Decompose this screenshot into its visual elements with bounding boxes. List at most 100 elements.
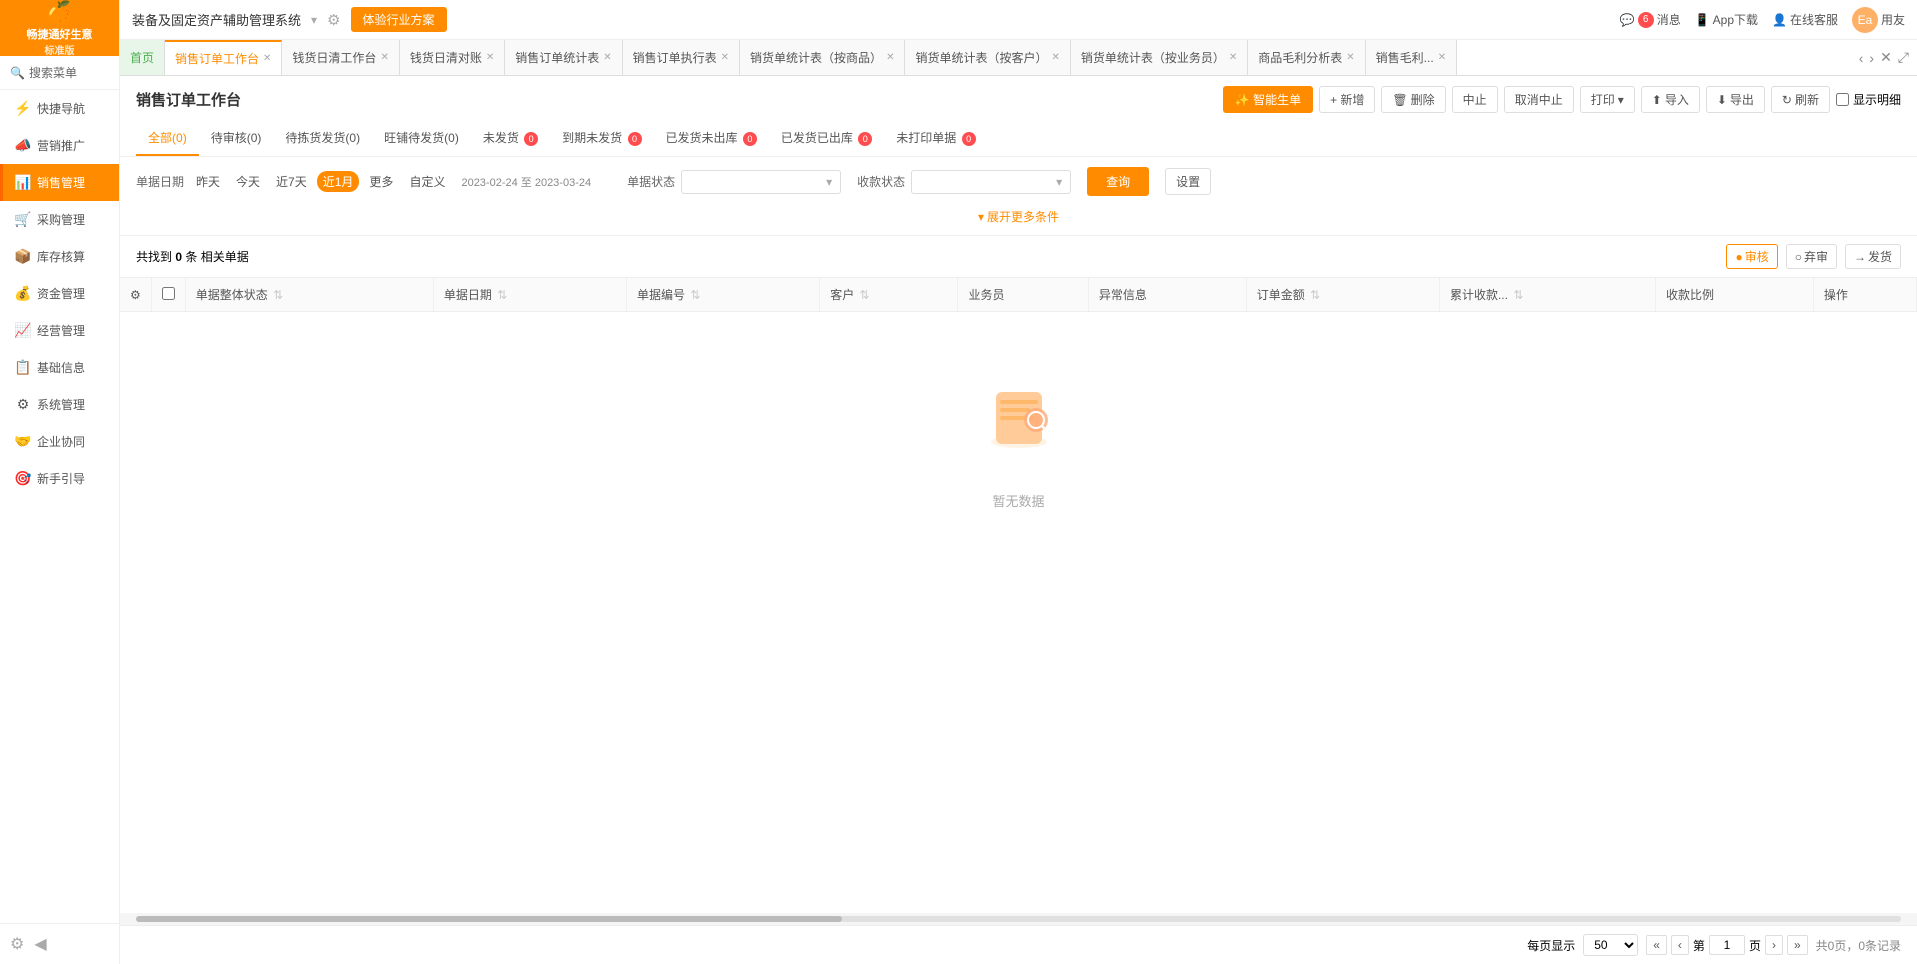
app-download-btn[interactable]: 📱 App下载 xyxy=(1695,11,1758,28)
horizontal-scrollbar[interactable] xyxy=(120,913,1917,925)
sub-tab-not-shipped[interactable]: 未发货 0 xyxy=(471,121,550,156)
sub-tab-all[interactable]: 全部(0) xyxy=(136,121,199,156)
export-btn[interactable]: ⬇ 导出 xyxy=(1706,86,1765,113)
tab-gross-margin[interactable]: 商品毛利分析表 ✕ xyxy=(1248,40,1365,76)
ship-btn[interactable]: → 发货 xyxy=(1845,244,1901,269)
tab-close-icon[interactable]: ✕ xyxy=(1346,52,1354,63)
sort-icon[interactable]: ⇅ xyxy=(1310,288,1320,302)
tab-close-icon[interactable]: ✕ xyxy=(380,52,388,63)
tab-sales-exec[interactable]: 销售订单执行表 ✕ xyxy=(623,40,740,76)
tab-close-icon[interactable]: ✕ xyxy=(486,52,494,63)
table-toolbar: 共找到 0 条 相关单据 ● 审核 ○ 弃审 → 发货 xyxy=(120,236,1917,278)
sidebar-item-system[interactable]: ⚙ 系统管理 xyxy=(0,386,119,423)
import-btn[interactable]: ⬆ 导入 xyxy=(1641,86,1700,113)
tab-close-icon[interactable]: ✕ xyxy=(263,53,271,64)
add-btn[interactable]: + 新增 xyxy=(1319,86,1375,113)
tab-sales-summary-product[interactable]: 销货单统计表（按商品） ✕ xyxy=(740,40,905,76)
scrollbar-thumb[interactable] xyxy=(136,916,842,922)
settings-icon[interactable]: ⚙ xyxy=(10,934,24,954)
tab-close-icon[interactable]: ✕ xyxy=(1051,52,1059,63)
tab-cash-reconcile[interactable]: 钱货日清对账 ✕ xyxy=(400,40,505,76)
sort-icon[interactable]: ⇅ xyxy=(1513,288,1523,302)
tab-sales-more[interactable]: 销售毛利... ✕ xyxy=(1366,40,1457,76)
payment-select[interactable]: ▾ xyxy=(911,170,1071,194)
industry-btn[interactable]: 体验行业方案 xyxy=(351,7,447,32)
cancel-stop-btn[interactable]: 取消中止 xyxy=(1504,86,1574,113)
sidebar-search-btn[interactable]: 🔍 搜索菜单 xyxy=(0,56,119,90)
sidebar-item-inventory[interactable]: 📦 库存核算 xyxy=(0,238,119,275)
date-opt-7days[interactable]: 近7天 xyxy=(270,171,313,192)
tab-close-icon[interactable]: ✕ xyxy=(1229,52,1237,63)
tab-sales-summary-customer[interactable]: 销货单统计表（按客户） ✕ xyxy=(905,40,1070,76)
prev-page-btn[interactable]: ‹ xyxy=(1671,935,1689,955)
sort-icon[interactable]: ⇅ xyxy=(860,288,870,302)
sort-icon[interactable]: ⇅ xyxy=(273,288,283,302)
settings-filter-btn[interactable]: 设置 xyxy=(1165,168,1211,195)
expand-filter-btn[interactable]: ▾ 展开更多条件 xyxy=(978,208,1059,225)
sort-icon[interactable]: ⇅ xyxy=(497,288,507,302)
sort-icon[interactable]: ⇅ xyxy=(690,288,700,302)
date-range-display: 2023-02-24 至 2023-03-24 xyxy=(461,174,591,190)
sub-tab-shipped-out[interactable]: 已发货已出库 0 xyxy=(769,121,884,156)
tab-close-icon[interactable]: ✕ xyxy=(721,52,729,63)
page-size-select[interactable]: 50 10 20 100 xyxy=(1583,934,1638,956)
col-check[interactable] xyxy=(151,278,185,312)
tab-sales-stats[interactable]: 销售订单统计表 ✕ xyxy=(505,40,622,76)
print-btn[interactable]: 打印 ▾ xyxy=(1580,86,1635,113)
sidebar-item-purchase[interactable]: 🛒 采购管理 xyxy=(0,201,119,238)
refresh-btn[interactable]: ↻ 刷新 xyxy=(1771,86,1830,113)
sidebar-item-sales[interactable]: 📊 销售管理 xyxy=(0,164,119,201)
date-opt-custom[interactable]: 自定义 xyxy=(403,171,451,192)
sub-tab-expired-not-shipped[interactable]: 到期未发货 0 xyxy=(550,121,653,156)
delete-btn[interactable]: 🗑 删除 xyxy=(1381,86,1445,113)
tab-close-all-icon[interactable]: ✕ xyxy=(1880,49,1892,66)
topbar-dropdown-icon[interactable]: ▾ xyxy=(311,13,317,27)
page-number-input[interactable] xyxy=(1709,935,1745,955)
date-opt-more[interactable]: 更多 xyxy=(363,171,399,192)
smart-gen-btn[interactable]: ✨ 智能生单 xyxy=(1223,86,1313,113)
col-settings[interactable]: ⚙ xyxy=(120,278,151,312)
last-page-btn[interactable]: » xyxy=(1787,935,1808,955)
select-all-checkbox[interactable] xyxy=(162,287,175,300)
user-menu[interactable]: Ea 用友 xyxy=(1852,7,1905,33)
tab-close-icon[interactable]: ✕ xyxy=(886,52,894,63)
date-opt-yesterday[interactable]: 昨天 xyxy=(190,171,226,192)
sub-tab-shipped-not-out[interactable]: 已发货未出库 0 xyxy=(654,121,769,156)
message-btn[interactable]: 💬 6 消息 xyxy=(1620,11,1681,28)
first-page-btn[interactable]: « xyxy=(1646,935,1667,955)
tab-close-icon[interactable]: ✕ xyxy=(1438,52,1446,63)
status-select[interactable]: ▾ xyxy=(681,170,841,194)
tab-cash-daily[interactable]: 钱货日清工作台 ✕ xyxy=(282,40,399,76)
show-detail-checkbox[interactable]: 显示明细 xyxy=(1836,91,1901,108)
query-btn[interactable]: 查询 xyxy=(1087,167,1149,196)
sub-tab-not-printed[interactable]: 未打印单据 0 xyxy=(884,121,987,156)
page-nav: « ‹ 第 页 › » xyxy=(1646,935,1807,955)
settings-gear-icon[interactable]: ⚙ xyxy=(327,11,340,29)
online-service-btn[interactable]: 👤 在线客服 xyxy=(1772,11,1838,28)
tab-maximize-icon[interactable]: ⤢ xyxy=(1898,49,1909,66)
sidebar-item-operations[interactable]: 📈 经营管理 xyxy=(0,312,119,349)
stop-btn[interactable]: 中止 xyxy=(1452,86,1498,113)
tab-sales-workbench[interactable]: 销售订单工作台 ✕ xyxy=(165,40,282,76)
detail-checkbox-input[interactable] xyxy=(1836,93,1849,106)
sidebar-item-marketing[interactable]: 📣 营销推广 xyxy=(0,127,119,164)
tab-sales-summary-staff[interactable]: 销货单统计表（按业务员） ✕ xyxy=(1071,40,1248,76)
sidebar-item-quick-nav[interactable]: ⚡ 快捷导航 xyxy=(0,90,119,127)
review-btn[interactable]: ● 审核 xyxy=(1726,244,1777,269)
tab-next-icon[interactable]: › xyxy=(1869,50,1874,66)
sub-tab-pending-review[interactable]: 待审核(0) xyxy=(199,121,274,156)
next-page-btn[interactable]: › xyxy=(1765,935,1783,955)
tab-home[interactable]: 首页 xyxy=(120,40,165,76)
sidebar-item-guide[interactable]: 🎯 新手引导 xyxy=(0,460,119,497)
collapse-icon[interactable]: ◀ xyxy=(34,934,46,954)
tab-prev-icon[interactable]: ‹ xyxy=(1859,50,1864,66)
sidebar-item-enterprise[interactable]: 🤝 企业协同 xyxy=(0,423,119,460)
sidebar-item-finance[interactable]: 💰 资金管理 xyxy=(0,275,119,312)
tab-close-icon[interactable]: ✕ xyxy=(603,52,611,63)
sidebar-item-basic-info[interactable]: 📋 基础信息 xyxy=(0,349,119,386)
cancel-review-btn[interactable]: ○ 弃审 xyxy=(1786,244,1837,269)
sub-tab-pending-receive[interactable]: 待拣货发货(0) xyxy=(273,121,372,156)
sub-tab-wangpu-ship[interactable]: 旺铺待发货(0) xyxy=(372,121,471,156)
date-opt-1month[interactable]: 近1月 xyxy=(317,171,360,192)
date-opt-today[interactable]: 今天 xyxy=(230,171,266,192)
